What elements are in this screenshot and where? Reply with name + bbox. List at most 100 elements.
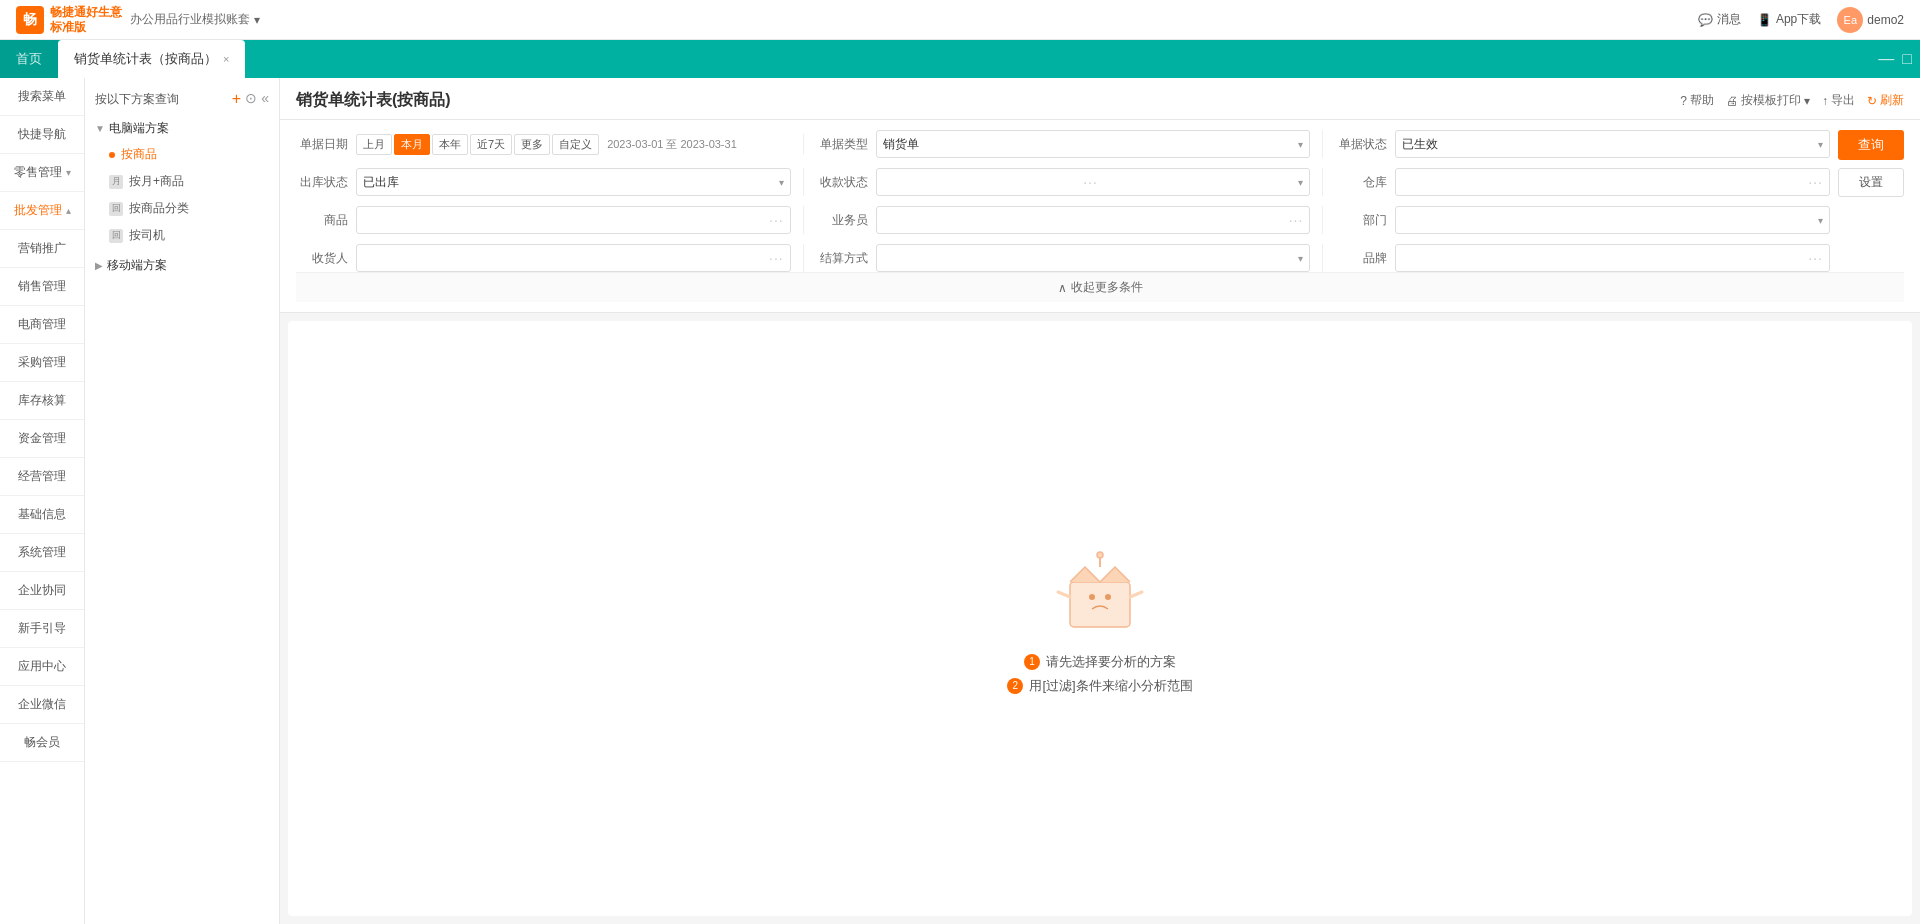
sidebar-item-purchase-mgmt[interactable]: 采购管理 (0, 344, 84, 382)
export-icon: ↑ (1822, 94, 1828, 108)
sidebar: 搜索菜单 快捷导航 零售管理 ▾ 批发管理 ▴ 营销推广 销售管理 电商管理 采… (0, 78, 85, 924)
staff-select[interactable]: ··· (876, 206, 1311, 234)
sidebar-item-inventory-check[interactable]: 库存核算 (0, 382, 84, 420)
payment-status-select[interactable]: ··· ▾ (876, 168, 1311, 196)
filter-group-payment-status: 收款状态 ··· ▾ (816, 168, 1324, 196)
active-dot-icon (109, 152, 115, 158)
filter-section: 单据日期 上月 本月 本年 近7天 更多 自定义 (280, 120, 1920, 313)
scheme-item-by-printer[interactable]: 回 按司机 (85, 222, 279, 249)
top-bar-left: 畅 畅捷通好生意 标准版 办公用品行业模拟账套 ▾ (16, 5, 260, 34)
status-select[interactable]: 已生效 ▾ (1395, 130, 1830, 158)
empty-state: 1 请先选择要分析的方案 2 用[过滤]条件来缩小分析范围 (288, 321, 1912, 916)
date-btn-last-month[interactable]: 上月 (356, 134, 392, 155)
refresh-button[interactable]: ↻ 刷新 (1867, 92, 1904, 109)
print-dropdown-icon: ▾ (1804, 94, 1810, 108)
recipient-select[interactable]: ··· (356, 244, 791, 272)
status-control: 已生效 ▾ (1395, 130, 1830, 158)
sidebar-item-marketing[interactable]: 营销推广 (0, 230, 84, 268)
sidebar-item-ops-mgmt[interactable]: 经营管理 (0, 458, 84, 496)
logo-icon: 畅 (16, 6, 44, 34)
edit-scheme-icon[interactable]: ⊙ (245, 90, 257, 108)
workspace-selector[interactable]: 办公用品行业模拟账套 ▾ (130, 11, 260, 28)
left-panel: 按以下方案查询 + ⊙ « ▼ 电脑端方案 按商品 月 (85, 78, 280, 924)
svg-point-4 (1097, 552, 1103, 558)
dept-select-arrow: ▾ (1818, 215, 1823, 226)
user-menu-button[interactable]: Ea demo2 (1837, 7, 1904, 33)
sidebar-item-retail-mgmt[interactable]: 零售管理 ▾ (0, 154, 84, 192)
recipient-control: ··· (356, 244, 791, 272)
export-button[interactable]: ↑ 导出 (1822, 92, 1855, 109)
brand-select[interactable]: ··· (1395, 244, 1830, 272)
date-btn-custom[interactable]: 自定义 (552, 134, 599, 155)
dept-control: ▾ (1395, 206, 1830, 234)
tab-close-icon[interactable]: × (223, 53, 229, 65)
filter-group-product: 商品 ··· (296, 206, 804, 234)
tab-maximize-icon[interactable]: □ (1902, 50, 1912, 68)
sidebar-item-ecommerce-mgmt[interactable]: 电商管理 (0, 306, 84, 344)
payment-status-dots: ··· (1083, 174, 1098, 190)
date-btn-last-7-days[interactable]: 近7天 (470, 134, 512, 155)
svg-line-6 (1130, 592, 1142, 597)
warehouse-status-select[interactable]: 已出库 ▾ (356, 168, 791, 196)
filter-body: 单据日期 上月 本月 本年 近7天 更多 自定义 (296, 130, 1904, 272)
sidebar-item-corp-collab[interactable]: 企业协同 (0, 572, 84, 610)
sidebar-item-new-guide[interactable]: 新手引导 (0, 610, 84, 648)
product-select[interactable]: ··· (356, 206, 791, 234)
pc-section-header[interactable]: ▼ 电脑端方案 (85, 116, 279, 141)
filter-group-payment-method: 结算方式 ▾ (816, 244, 1324, 272)
sidebar-item-sys-mgmt[interactable]: 系统管理 (0, 534, 84, 572)
payment-method-select[interactable]: ▾ (876, 244, 1311, 272)
message-button[interactable]: 💬 消息 (1698, 11, 1741, 28)
status-label: 单据状态 (1335, 136, 1387, 153)
settings-button[interactable]: 设置 (1838, 168, 1904, 197)
sidebar-item-corp-wechat[interactable]: 企业微信 (0, 686, 84, 724)
help-button[interactable]: ? 帮助 (1680, 92, 1714, 109)
empty-state-line1: 1 请先选择要分析的方案 (1024, 653, 1176, 671)
sidebar-item-sales-mgmt[interactable]: 销售管理 (0, 268, 84, 306)
mobile-section-header[interactable]: ▶ 移动端方案 (85, 253, 279, 278)
logo: 畅 畅捷通好生意 标准版 (16, 5, 122, 34)
collapse-panel-icon[interactable]: « (261, 90, 269, 108)
collapse-bar[interactable]: ∧ 收起更多条件 (296, 272, 1904, 302)
brand-dots: ··· (1808, 250, 1823, 266)
type-select[interactable]: 销货单 ▾ (876, 130, 1311, 158)
query-button[interactable]: 查询 (1838, 130, 1904, 160)
payment-method-control: ▾ (876, 244, 1311, 272)
date-btn-this-month[interactable]: 本月 (394, 134, 430, 155)
brand-label: 品牌 (1335, 250, 1387, 267)
filter-row-2: 出库状态 已出库 ▾ 收款状态 (296, 168, 1830, 196)
date-btn-this-year[interactable]: 本年 (432, 134, 468, 155)
sidebar-item-app-center[interactable]: 应用中心 (0, 648, 84, 686)
chevron-down-icon: ▾ (254, 13, 260, 27)
sidebar-item-basic-info[interactable]: 基础信息 (0, 496, 84, 534)
date-label: 单据日期 (296, 136, 348, 153)
warehouse-status-value: 已出库 (363, 174, 399, 191)
scheme-item-by-category[interactable]: 回 按商品分类 (85, 195, 279, 222)
warehouse-status-control: 已出库 ▾ (356, 168, 791, 196)
staff-dots: ··· (1289, 212, 1304, 228)
page-header: 销货单统计表(按商品) ? 帮助 🖨 按模板打印 ▾ ↑ 导出 (280, 78, 1920, 120)
app-download-button[interactable]: 📱 App下载 (1757, 11, 1821, 28)
tab-sales-stats[interactable]: 销货单统计表（按商品） × (58, 40, 245, 78)
dept-select[interactable]: ▾ (1395, 206, 1830, 234)
filter-row-1: 单据日期 上月 本月 本年 近7天 更多 自定义 (296, 130, 1830, 158)
add-scheme-icon[interactable]: + (232, 90, 241, 108)
sidebar-item-wholesale-mgmt[interactable]: 批发管理 ▴ (0, 192, 84, 230)
scheme-item-by-product[interactable]: 按商品 (85, 141, 279, 168)
sidebar-item-quick-nav[interactable]: 快捷导航 (0, 116, 84, 154)
print-button[interactable]: 🖨 按模板打印 ▾ (1726, 92, 1810, 109)
sidebar-item-finance-mgmt[interactable]: 资金管理 (0, 420, 84, 458)
svg-rect-0 (1070, 582, 1130, 627)
app-icon: 📱 (1757, 13, 1772, 27)
date-buttons: 上月 本月 本年 近7天 更多 自定义 (356, 134, 599, 155)
scheme-item-by-month-product[interactable]: 月 按月+商品 (85, 168, 279, 195)
sidebar-item-vip-member[interactable]: 畅会员 (0, 724, 84, 762)
date-range-display: 2023-03-01 至 2023-03-31 (607, 137, 737, 152)
sidebar-item-search-menu[interactable]: 搜索菜单 (0, 78, 84, 116)
warehouse-select[interactable]: ··· (1395, 168, 1830, 196)
brand-control: ··· (1395, 244, 1830, 272)
tab-home[interactable]: 首页 (0, 40, 58, 78)
top-bar-right: 💬 消息 📱 App下载 Ea demo2 (1698, 7, 1904, 33)
date-btn-more[interactable]: 更多 (514, 134, 550, 155)
tab-minimize-icon[interactable]: — (1878, 50, 1894, 68)
